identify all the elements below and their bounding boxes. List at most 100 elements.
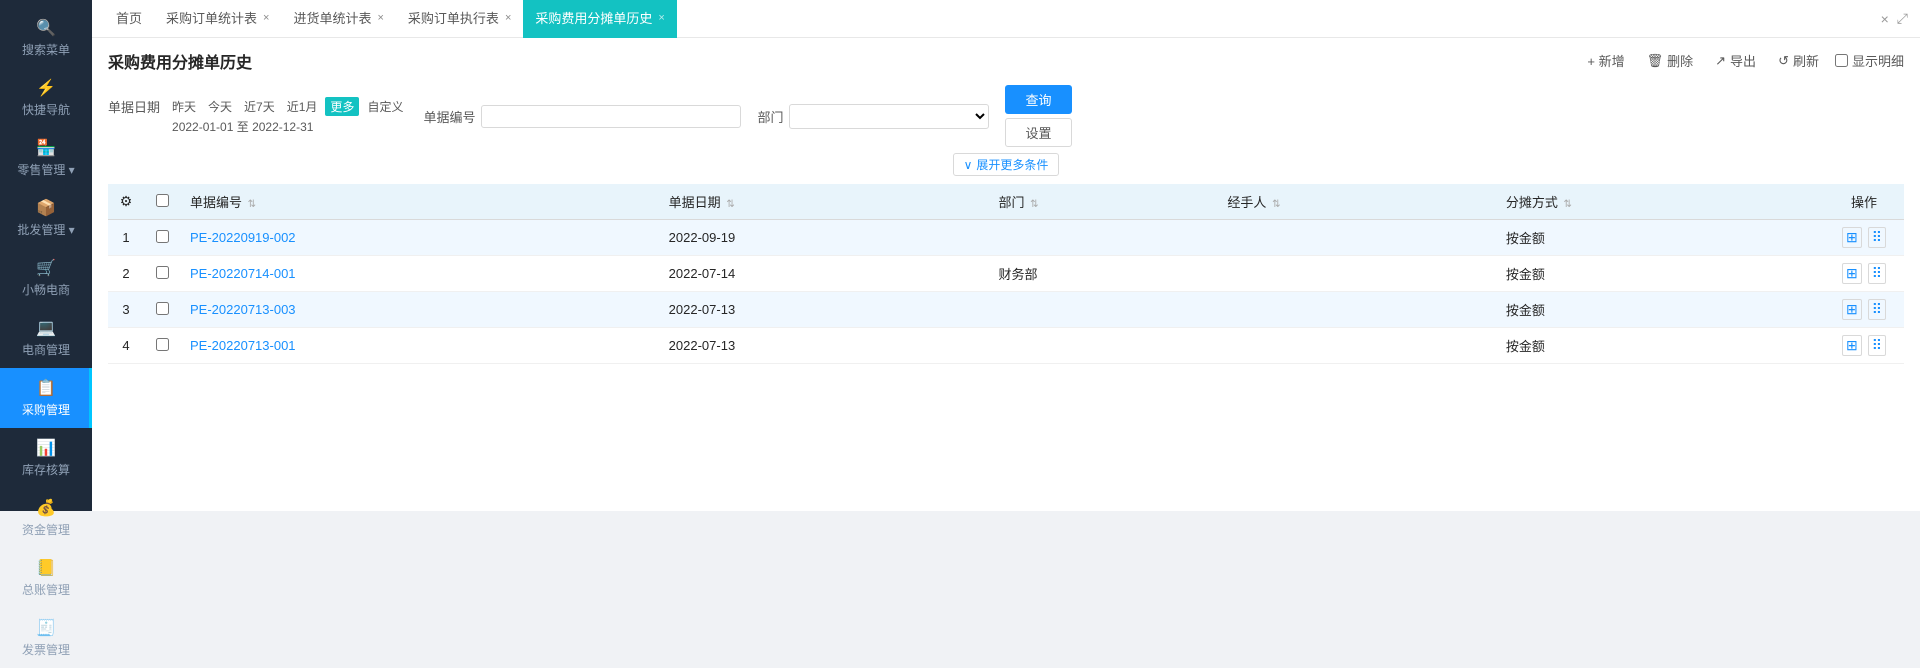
- maximize-window-icon[interactable]: ⤢: [1897, 10, 1908, 27]
- row-handler-3: [1217, 328, 1495, 364]
- order-no-link-3[interactable]: PE-20220713-001: [190, 338, 296, 353]
- row-checkbox-2[interactable]: [156, 302, 169, 315]
- more-icon-2[interactable]: ⠿: [1868, 299, 1886, 320]
- refresh-button[interactable]: ↺ 刷新: [1772, 48, 1825, 73]
- date-filter: 单据日期 昨天 今天 近7天 近1月 更多 自定义 2022-01-01 至 2…: [108, 97, 407, 135]
- tab-close-inbound-stats[interactable]: ×: [377, 12, 383, 24]
- expand-button[interactable]: ∨ 展开更多条件: [953, 153, 1060, 176]
- sidebar-label-ledger: 总账管理: [4, 581, 88, 598]
- select-all-checkbox[interactable]: [156, 194, 169, 207]
- table-row: 1 PE-20220919-002 2022-09-19 按金额 ⊞ ⠿: [108, 220, 1904, 256]
- row-checkbox-1[interactable]: [156, 266, 169, 279]
- tab-inbound-stats[interactable]: 进货单统计表×: [281, 0, 395, 38]
- sidebar-label-invoice: 发票管理: [4, 641, 88, 658]
- tab-close-purchase-order-exec[interactable]: ×: [505, 12, 511, 24]
- export-button[interactable]: ↗ 导出: [1709, 48, 1762, 73]
- edit-icon-2[interactable]: ⊞: [1842, 299, 1862, 320]
- chevron-down-icon: ∨: [964, 158, 973, 172]
- sidebar: 🔍搜索菜单⚡快捷导航🏪零售管理 ▾📦批发管理 ▾🛒小畅电商💻电商管理📋采购管理📊…: [0, 0, 92, 511]
- sidebar-icon-quicknav: ⚡: [4, 78, 88, 98]
- order-no-input[interactable]: [481, 105, 741, 128]
- data-table: ⚙ 单据编号 ⇅ 单据日期 ⇅ 部门 ⇅: [108, 184, 1904, 364]
- row-checkbox-3[interactable]: [156, 338, 169, 351]
- more-icon-0[interactable]: ⠿: [1868, 227, 1886, 248]
- row-order-no-1: PE-20220714-001: [180, 256, 659, 292]
- close-window-icon[interactable]: ×: [1881, 11, 1889, 27]
- order-no-filter: 单据编号: [423, 105, 741, 128]
- th-handler: 经手人 ⇅: [1217, 184, 1495, 220]
- sort-icon-order-date[interactable]: ⇅: [726, 199, 734, 210]
- row-checkbox-0[interactable]: [156, 230, 169, 243]
- row-split-method-3: 按金额: [1496, 328, 1824, 364]
- edit-icon-3[interactable]: ⊞: [1842, 335, 1862, 356]
- sidebar-item-ecommerce[interactable]: 💻电商管理: [0, 308, 92, 368]
- row-order-no-2: PE-20220713-003: [180, 292, 659, 328]
- order-no-link-1[interactable]: PE-20220714-001: [190, 266, 296, 281]
- refresh-icon: ↺: [1778, 53, 1789, 69]
- edit-icon-0[interactable]: ⊞: [1842, 227, 1862, 248]
- date-1month[interactable]: 近1月: [283, 97, 322, 116]
- order-no-link-0[interactable]: PE-20220919-002: [190, 230, 296, 245]
- row-handler-1: [1217, 256, 1495, 292]
- sidebar-icon-invoice: 🧾: [4, 618, 88, 638]
- th-split-method: 分摊方式 ⇅: [1496, 184, 1824, 220]
- tab-label-home: 首页: [116, 8, 142, 27]
- date-7days[interactable]: 近7天: [240, 97, 279, 116]
- sidebar-item-search[interactable]: 🔍搜索菜单: [0, 8, 92, 68]
- sidebar-item-invoice[interactable]: 🧾 发票管理: [0, 608, 92, 668]
- tab-purchase-fee-history[interactable]: 采购费用分摊单历史×: [523, 0, 676, 38]
- tab-close-purchase-fee-history[interactable]: ×: [658, 12, 664, 24]
- sidebar-item-ledger[interactable]: 📒 总账管理: [0, 548, 92, 608]
- row-index-0: 1: [108, 220, 144, 256]
- sidebar-icon-ecommerce: 💻: [4, 318, 88, 338]
- row-index-1: 2: [108, 256, 144, 292]
- sort-icon-order-no[interactable]: ⇅: [248, 199, 256, 210]
- show-columns-input[interactable]: [1835, 54, 1848, 67]
- more-icon-3[interactable]: ⠿: [1868, 335, 1886, 356]
- sidebar-icon-wholesale: 📦: [4, 198, 88, 218]
- date-yesterday[interactable]: 昨天: [168, 97, 200, 116]
- row-op-2: ⊞ ⠿: [1824, 292, 1904, 328]
- sidebar-item-inventory[interactable]: 📊库存核算: [0, 428, 92, 488]
- th-dept: 部门 ⇅: [989, 184, 1218, 220]
- row-order-date-0: 2022-09-19: [659, 220, 989, 256]
- sidebar-label-ecommerce-small: 小畅电商: [4, 281, 88, 298]
- sidebar-item-wholesale[interactable]: 📦批发管理 ▾: [0, 188, 92, 248]
- order-no-link-2[interactable]: PE-20220713-003: [190, 302, 296, 317]
- settings-button[interactable]: 设置: [1005, 118, 1071, 147]
- sidebar-item-retail[interactable]: 🏪零售管理 ▾: [0, 128, 92, 188]
- tab-purchase-order-stats[interactable]: 采购订单统计表×: [154, 0, 281, 38]
- sidebar-label-purchase: 采购管理: [4, 401, 88, 418]
- sidebar-item-ecommerce-small[interactable]: 🛒小畅电商: [0, 248, 92, 308]
- sidebar-item-purchase[interactable]: 📋采购管理: [0, 368, 92, 428]
- sort-icon-split[interactable]: ⇅: [1564, 199, 1572, 210]
- date-custom[interactable]: 自定义: [363, 97, 407, 116]
- expand-row: ∨ 展开更多条件: [108, 153, 1904, 176]
- row-index-2: 3: [108, 292, 144, 328]
- sidebar-icon-ledger: 📒: [4, 558, 88, 578]
- th-op: 操作: [1824, 184, 1904, 220]
- tab-home[interactable]: 首页: [104, 0, 154, 38]
- tab-close-purchase-order-stats[interactable]: ×: [263, 12, 269, 24]
- sort-icon-handler[interactable]: ⇅: [1272, 199, 1280, 210]
- date-today[interactable]: 今天: [204, 97, 236, 116]
- query-button[interactable]: 查询: [1005, 85, 1071, 114]
- export-icon: ↗: [1715, 53, 1726, 69]
- delete-icon: 🗑: [1647, 53, 1664, 69]
- add-button[interactable]: + 新增: [1581, 48, 1630, 73]
- dept-select[interactable]: [789, 104, 989, 129]
- show-columns-checkbox[interactable]: 显示明细: [1835, 51, 1904, 70]
- row-dept-2: [989, 292, 1218, 328]
- sidebar-item-finance[interactable]: 💰资金管理: [0, 488, 92, 548]
- sidebar-item-quicknav[interactable]: ⚡快捷导航: [0, 68, 92, 128]
- date-more[interactable]: 更多: [325, 97, 359, 116]
- date-range: 2022-01-01 至 2022-12-31: [172, 118, 407, 135]
- delete-button[interactable]: 🗑 删除: [1641, 48, 1700, 73]
- sort-icon-dept[interactable]: ⇅: [1030, 199, 1038, 210]
- more-icon-1[interactable]: ⠿: [1868, 263, 1886, 284]
- table-header-row: ⚙ 单据编号 ⇅ 单据日期 ⇅ 部门 ⇅: [108, 184, 1904, 220]
- edit-icon-1[interactable]: ⊞: [1842, 263, 1862, 284]
- row-split-method-1: 按金额: [1496, 256, 1824, 292]
- tab-purchase-order-exec[interactable]: 采购订单执行表×: [396, 0, 523, 38]
- gear-icon[interactable]: ⚙: [120, 193, 133, 209]
